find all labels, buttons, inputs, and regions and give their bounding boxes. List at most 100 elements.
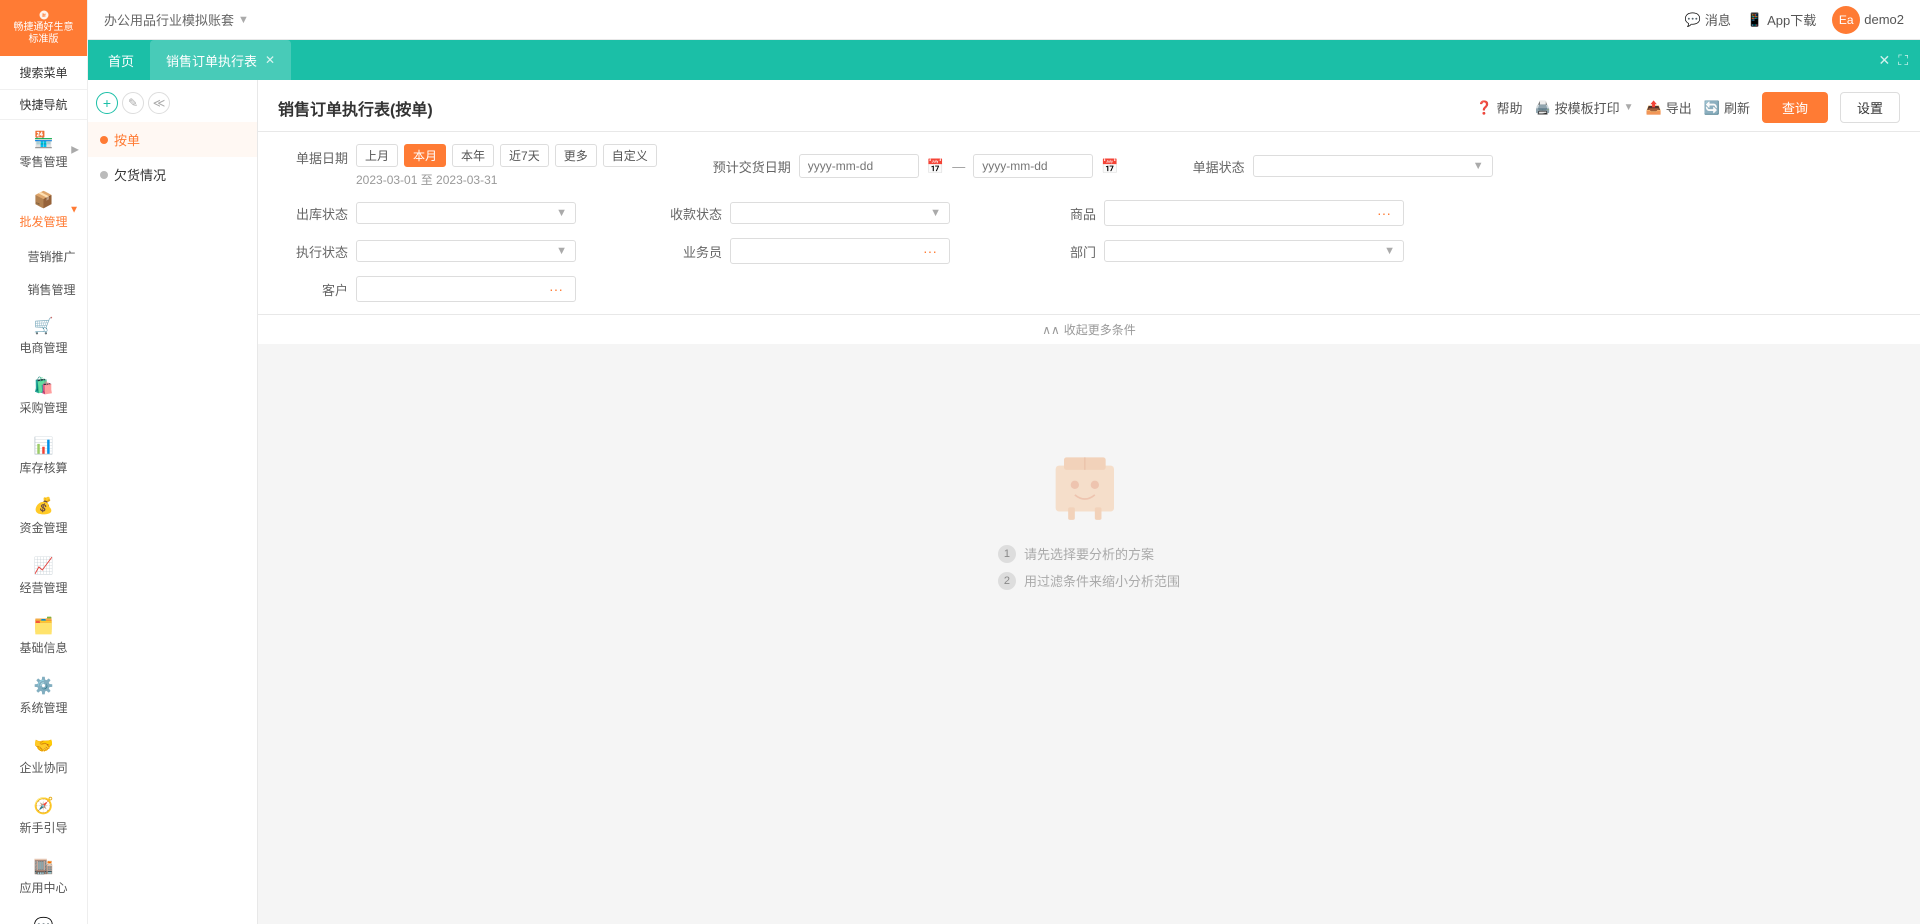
goods-label: 商品 [1026,204,1096,223]
system-icon: ⚙️ [34,676,54,696]
sidebar-item-label: 电商管理 [19,339,67,356]
phone-icon: 📱 [1747,12,1763,28]
add-scheme-btn[interactable]: + [96,92,118,114]
payment-select[interactable]: ▼ [730,202,950,224]
expected-date-end[interactable] [973,154,1093,178]
tab-home-label: 首页 [108,51,134,70]
expected-date-label: 预计交货日期 [713,157,791,176]
chevron-right-icon: ▶ [71,145,79,156]
retail-icon: 🏪 [34,130,54,150]
header-right: 💬 消息 📱 App下载 Ea demo2 [1685,6,1904,34]
left-panel: + ✎ ≪ 按单 欠货情况 [88,80,258,924]
sidebar-item-system[interactable]: ⚙️ 系统管理 [0,666,87,726]
refresh-btn[interactable]: 🔄 刷新 [1704,98,1750,117]
sidebar-item-ecommerce[interactable]: 🛒 电商管理 [0,306,87,366]
tab-close-all-icon[interactable]: ✕ [1878,52,1890,69]
app-download-btn[interactable]: 📱 App下载 [1747,10,1816,29]
date-btn-this-year[interactable]: 本年 [452,144,494,167]
staff-select[interactable]: ··· [730,238,950,264]
goods-select[interactable]: ··· [1104,200,1404,226]
main-area: 办公用品行业模拟账套 ▼ 💬 消息 📱 App下载 Ea demo2 首页 [88,0,1920,924]
date-btn-more[interactable]: 更多 [555,144,597,167]
goods-more-icon[interactable]: ··· [1373,205,1395,221]
dept-select[interactable]: ▼ [1104,240,1404,262]
sidebar-item-label: 新手引导 [19,819,67,836]
export-btn[interactable]: 📤 导出 [1646,98,1692,117]
company-name: 办公用品行业模拟账套 [104,10,234,29]
date-btn-last-month[interactable]: 上月 [356,144,398,167]
left-panel-item-order[interactable]: 按单 [88,122,257,157]
sidebar-item-label: 应用中心 [19,879,67,896]
print-btn[interactable]: 🖨️ 按模板打印 ▼ [1534,98,1633,117]
tab-sales-order[interactable]: 销售订单执行表 ✕ [150,40,291,80]
user-label: demo2 [1864,12,1904,27]
sidebar-quick-nav[interactable]: 快捷导航 [0,90,87,120]
expected-date-start[interactable] [799,154,919,178]
dept-dropdown-icon: ▼ [1384,245,1395,257]
edit-scheme-btn[interactable]: ✎ [122,92,144,114]
search-btn[interactable]: 查询 [1762,92,1828,123]
staff-more-icon[interactable]: ··· [919,243,941,259]
customer-select[interactable]: ··· [356,276,576,302]
sidebar-item-enterprise[interactable]: 🤝 企业协同 [0,726,87,786]
sidebar-item-wholesale[interactable]: 📦 批发管理 ▼ [0,180,87,240]
status-select[interactable]: ▼ [1253,155,1493,177]
collapse-label: 收起更多条件 [1064,321,1136,338]
date-label: 单据日期 [278,144,348,167]
print-dropdown-icon: ▼ [1624,102,1634,113]
left-panel-item-label: 欠货情况 [114,165,166,184]
calendar-icon-start[interactable]: 📅 [927,158,944,175]
sidebar-item-basic[interactable]: 🗂️ 基础信息 [0,606,87,666]
guide-icon: 🧭 [34,796,54,816]
sidebar-item-marketing[interactable]: 营销推广 [0,240,87,273]
finance-icon: 💰 [34,496,54,516]
status-label: 单据状态 [1175,157,1245,176]
sidebar-search[interactable]: 搜索菜单 [0,56,87,90]
export-icon: 📤 [1646,100,1662,116]
left-panel-item-arrears[interactable]: 欠货情况 [88,157,257,192]
outbound-select[interactable]: ▼ [356,202,576,224]
payment-label: 收款状态 [652,204,722,223]
calendar-icon-end[interactable]: 📅 [1101,158,1118,175]
customer-more-icon[interactable]: ··· [545,281,567,297]
appstore-icon: 🏬 [34,856,54,876]
exec-select[interactable]: ▼ [356,240,576,262]
sidebar-item-label: 系统管理 [19,699,67,716]
print-label: 按模板打印 [1555,98,1620,117]
collapse-up-icon: ∧∧ [1042,323,1060,337]
sidebar-item-retail[interactable]: 🏪 零售管理 ▶ [0,120,87,180]
tab-close-icon[interactable]: ✕ [265,53,275,67]
date-btn-this-month[interactable]: 本月 [404,144,446,167]
sidebar-item-inventory[interactable]: 📊 库存核算 [0,426,87,486]
sidebar-item-purchase[interactable]: 🛍️ 采购管理 [0,366,87,426]
filter-row-1: 单据日期 上月 本月 本年 近7天 更多 自定义 20 [278,144,1900,188]
sidebar-item-operation[interactable]: 📈 经营管理 [0,546,87,606]
purchase-icon: 🛍️ [34,376,54,396]
sidebar-item-appstore[interactable]: 🏬 应用中心 [0,846,87,906]
user-menu[interactable]: Ea demo2 [1832,6,1904,34]
sidebar-item-sales[interactable]: 销售管理 [0,273,87,306]
tip-text-1: 请先选择要分析的方案 [1024,544,1154,563]
company-selector[interactable]: 办公用品行业模拟账套 ▼ [104,10,249,29]
help-btn[interactable]: ❓ 帮助 [1476,98,1522,117]
sidebar-item-wechat[interactable]: 💬 企业微信 [0,906,87,924]
message-btn[interactable]: 💬 消息 [1685,10,1731,29]
date-btn-7days[interactable]: 近7天 [500,144,549,167]
tab-sales-order-label: 销售订单执行表 [166,51,257,70]
collapse-panel-btn[interactable]: ≪ [148,92,170,114]
tab-home[interactable]: 首页 [92,40,150,80]
refresh-icon: 🔄 [1704,100,1720,116]
chevron-down-icon: ▼ [69,205,79,216]
tab-expand-icon[interactable]: ⛶ [1898,52,1908,69]
settings-btn[interactable]: 设置 [1840,92,1900,123]
sidebar-item-label: 营销推广 [27,248,75,265]
collapse-btn[interactable]: ∧∧ 收起更多条件 [258,315,1920,344]
refresh-label: 刷新 [1724,98,1750,117]
sidebar-item-guide[interactable]: 🧭 新手引导 [0,786,87,846]
sidebar-item-finance[interactable]: 💰 资金管理 [0,486,87,546]
enterprise-icon: 🤝 [34,736,54,756]
basic-icon: 🗂️ [34,616,54,636]
date-btn-custom[interactable]: 自定义 [603,144,657,167]
sidebar-item-label: 库存核算 [19,459,67,476]
empty-tips: 1 请先选择要分析的方案 2 用过滤条件来缩小分析范围 [998,544,1180,590]
